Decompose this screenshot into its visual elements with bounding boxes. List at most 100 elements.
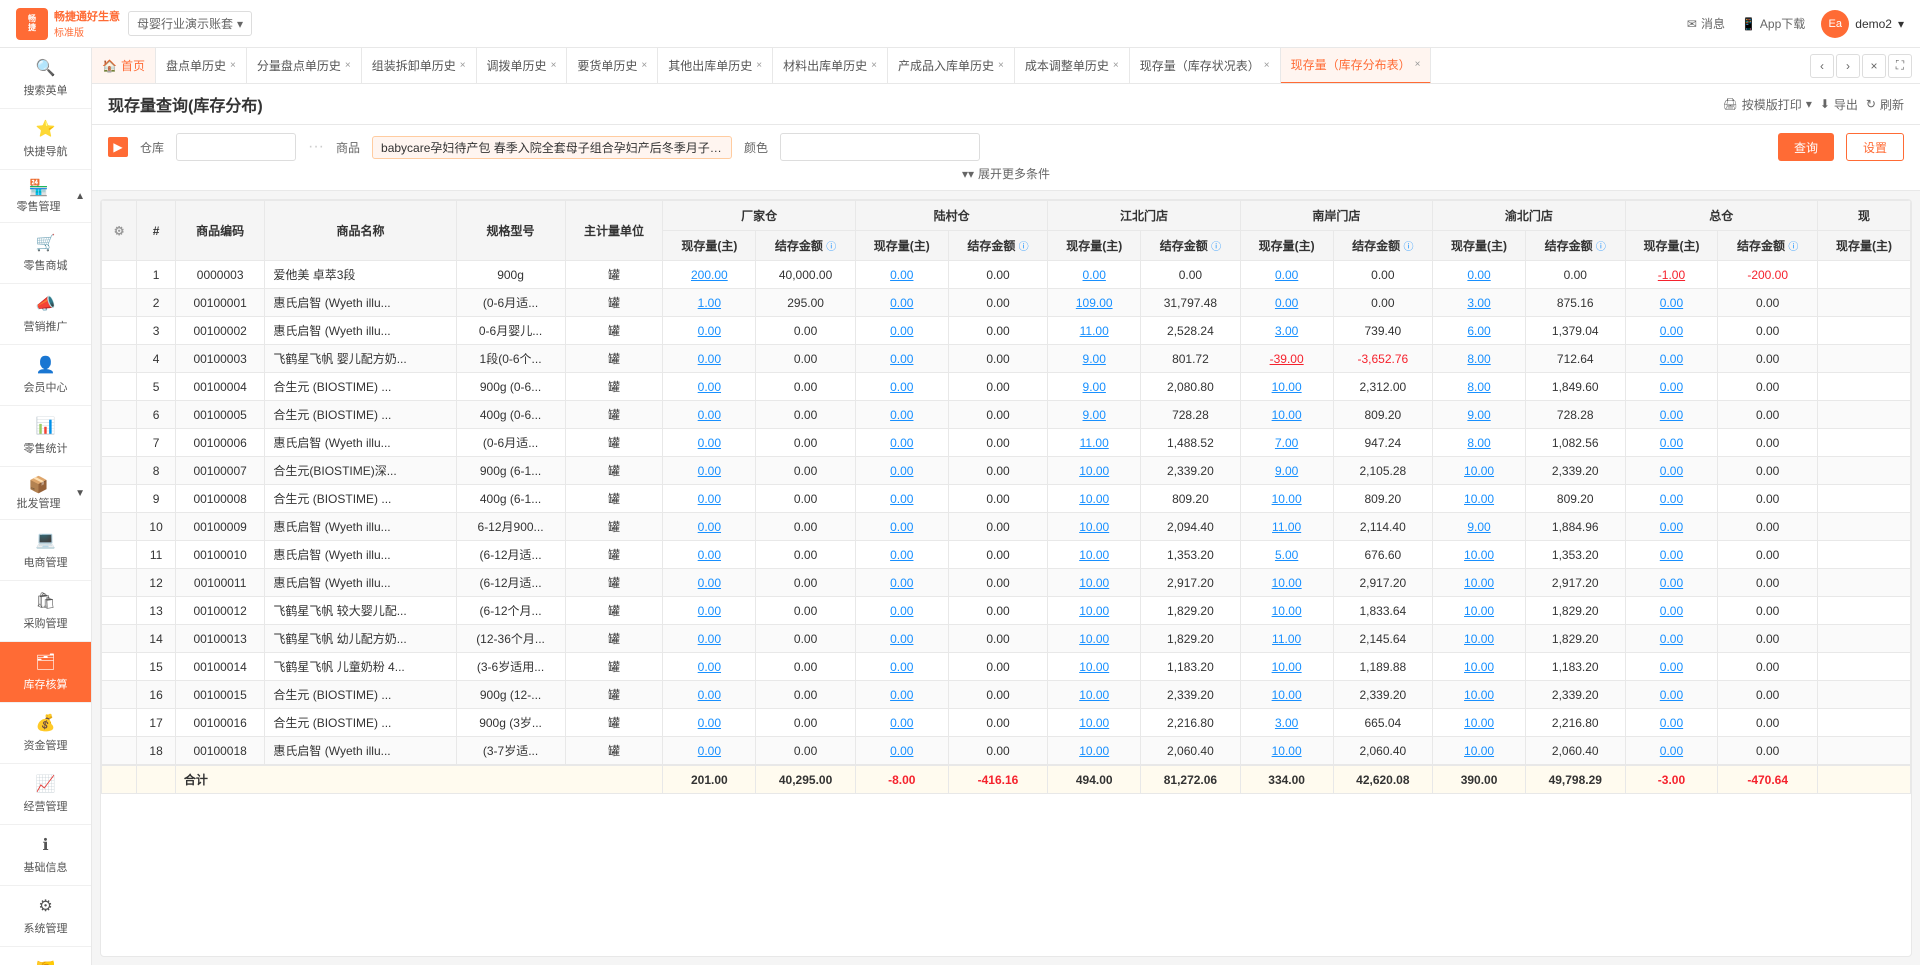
cell-na-qty[interactable]: 11.00 [1240, 625, 1333, 653]
cell-jb-qty[interactable]: 10.00 [1048, 625, 1141, 653]
cell-jb-qty[interactable]: 9.00 [1048, 401, 1141, 429]
cell-total-qty[interactable]: -1.00 [1625, 261, 1718, 289]
cell-na-qty[interactable]: 10.00 [1240, 373, 1333, 401]
cell-total-qty[interactable]: 0.00 [1625, 401, 1718, 429]
cell-fj-qty[interactable]: 0.00 [663, 457, 756, 485]
tab-close-cost-adjust[interactable]: × [1113, 60, 1119, 71]
cell-total-qty[interactable]: 0.00 [1625, 597, 1718, 625]
cell-fj-qty[interactable]: 0.00 [663, 373, 756, 401]
cell-lc-qty[interactable]: 0.00 [855, 681, 948, 709]
tab-requisition-history[interactable]: 要货单历史 × [567, 48, 658, 84]
cell-yb-qty[interactable]: 10.00 [1433, 541, 1526, 569]
tab-close-requisition[interactable]: × [641, 60, 647, 71]
app-download-btn[interactable]: 📱 App下载 [1741, 15, 1805, 32]
cell-fj-qty[interactable]: 0.00 [663, 401, 756, 429]
cell-fj-qty[interactable]: 0.00 [663, 709, 756, 737]
setting-btn[interactable]: 设置 [1846, 133, 1904, 161]
cell-fj-qty[interactable]: 0.00 [663, 429, 756, 457]
cell-jb-qty[interactable]: 0.00 [1048, 261, 1141, 289]
tab-close-other-out[interactable]: × [756, 60, 762, 71]
tab-branch-history[interactable]: 分量盘点单历史 × [247, 48, 362, 84]
cell-jb-qty[interactable]: 10.00 [1048, 541, 1141, 569]
cell-total-qty[interactable]: 0.00 [1625, 653, 1718, 681]
sidebar-item-ecommerce[interactable]: 💻 电商管理 [0, 520, 91, 581]
cell-yb-qty[interactable]: 10.00 [1433, 485, 1526, 513]
cell-na-qty[interactable]: 5.00 [1240, 541, 1333, 569]
cell-na-qty[interactable]: 10.00 [1240, 681, 1333, 709]
cell-yb-qty[interactable]: 3.00 [1433, 289, 1526, 317]
cell-na-qty[interactable]: 0.00 [1240, 261, 1333, 289]
tab-close-all-btn[interactable]: × [1862, 54, 1886, 78]
sidebar-item-member[interactable]: 👤 会员中心 [0, 345, 91, 406]
cell-total-qty[interactable]: 0.00 [1625, 289, 1718, 317]
cell-total-qty[interactable]: 0.00 [1625, 513, 1718, 541]
cell-yb-qty[interactable]: 10.00 [1433, 709, 1526, 737]
cell-lc-qty[interactable]: 0.00 [855, 625, 948, 653]
sidebar-item-enterprise[interactable]: 🤝 企业协同 [0, 947, 91, 965]
tab-current-stock[interactable]: 现存量（库存状况表） × [1130, 48, 1281, 84]
sidebar-item-retail-stat[interactable]: 📊 零售统计 [0, 406, 91, 467]
cell-yb-qty[interactable]: 10.00 [1433, 625, 1526, 653]
cell-yb-qty[interactable]: 6.00 [1433, 317, 1526, 345]
cell-fj-qty[interactable]: 1.00 [663, 289, 756, 317]
cell-fj-qty[interactable]: 200.00 [663, 261, 756, 289]
cell-lc-qty[interactable]: 0.00 [855, 653, 948, 681]
cell-na-qty[interactable]: 11.00 [1240, 513, 1333, 541]
tab-assembly-history[interactable]: 组装拆卸单历史 × [362, 48, 477, 84]
tab-close-transfer-history[interactable]: × [551, 60, 557, 71]
cell-lc-qty[interactable]: 0.00 [855, 289, 948, 317]
cell-total-qty[interactable]: 0.00 [1625, 373, 1718, 401]
cell-total-qty[interactable]: 0.00 [1625, 457, 1718, 485]
cell-yb-qty[interactable]: 10.00 [1433, 569, 1526, 597]
tab-material-out-history[interactable]: 材料出库单历史 × [773, 48, 888, 84]
sidebar-item-ops[interactable]: 📈 经营管理 [0, 764, 91, 825]
filter-collapse-btn[interactable]: ▶ [108, 137, 128, 157]
cell-lc-qty[interactable]: 0.00 [855, 597, 948, 625]
cell-jb-qty[interactable]: 9.00 [1048, 345, 1141, 373]
cell-yb-qty[interactable]: 10.00 [1433, 737, 1526, 766]
cell-na-qty[interactable]: 10.00 [1240, 569, 1333, 597]
cell-total-qty[interactable]: 0.00 [1625, 737, 1718, 766]
cell-jb-qty[interactable]: 10.00 [1048, 597, 1141, 625]
cell-jb-qty[interactable]: 10.00 [1048, 485, 1141, 513]
warehouse-dots[interactable]: ··· [308, 138, 324, 156]
cell-lc-qty[interactable]: 0.00 [855, 261, 948, 289]
print-btn[interactable]: 🖨 按模版打印 ▾ [1723, 96, 1812, 113]
tab-next-btn[interactable]: › [1836, 54, 1860, 78]
cell-jb-qty[interactable]: 10.00 [1048, 653, 1141, 681]
tab-prev-btn[interactable]: ‹ [1810, 54, 1834, 78]
cell-fj-qty[interactable]: 0.00 [663, 681, 756, 709]
cell-yb-qty[interactable]: 8.00 [1433, 373, 1526, 401]
cell-total-qty[interactable]: 0.00 [1625, 709, 1718, 737]
cell-jb-qty[interactable]: 10.00 [1048, 709, 1141, 737]
cell-lc-qty[interactable]: 0.00 [855, 401, 948, 429]
cell-na-qty[interactable]: 10.00 [1240, 485, 1333, 513]
cell-lc-qty[interactable]: 0.00 [855, 373, 948, 401]
cell-fj-qty[interactable]: 0.00 [663, 653, 756, 681]
sidebar-item-basic[interactable]: ℹ 基础信息 [0, 825, 91, 886]
sidebar-item-system[interactable]: ⚙ 系统管理 [0, 886, 91, 947]
cell-lc-qty[interactable]: 0.00 [855, 317, 948, 345]
cell-lc-qty[interactable]: 0.00 [855, 541, 948, 569]
cell-na-qty[interactable]: 3.00 [1240, 317, 1333, 345]
tab-stock-dist[interactable]: 现存量（库存分布表） × [1281, 48, 1432, 84]
sidebar-item-purchase[interactable]: 🛍 采购管理 [0, 581, 91, 642]
cell-na-qty[interactable]: 3.00 [1240, 709, 1333, 737]
cell-jb-qty[interactable]: 10.00 [1048, 457, 1141, 485]
cell-na-qty[interactable]: 10.00 [1240, 737, 1333, 766]
cell-jb-qty[interactable]: 9.00 [1048, 373, 1141, 401]
tab-close-stock-history[interactable]: × [230, 60, 236, 71]
tab-transfer-history[interactable]: 调拨单历史 × [477, 48, 568, 84]
expand-filter-btn[interactable]: ▾▾ 展开更多条件 [962, 165, 1050, 182]
user-area[interactable]: Ea demo2 ▾ [1821, 10, 1904, 38]
cell-total-qty[interactable]: 0.00 [1625, 429, 1718, 457]
cell-yb-qty[interactable]: 8.00 [1433, 429, 1526, 457]
cell-yb-qty[interactable]: 8.00 [1433, 345, 1526, 373]
cell-fj-qty[interactable]: 0.00 [663, 345, 756, 373]
cell-fj-qty[interactable]: 0.00 [663, 625, 756, 653]
color-input[interactable] [780, 133, 980, 161]
cell-lc-qty[interactable]: 0.00 [855, 513, 948, 541]
tab-close-product-in[interactable]: × [998, 60, 1004, 71]
message-btn[interactable]: ✉ 消息 [1687, 15, 1725, 32]
cell-jb-qty[interactable]: 10.00 [1048, 513, 1141, 541]
